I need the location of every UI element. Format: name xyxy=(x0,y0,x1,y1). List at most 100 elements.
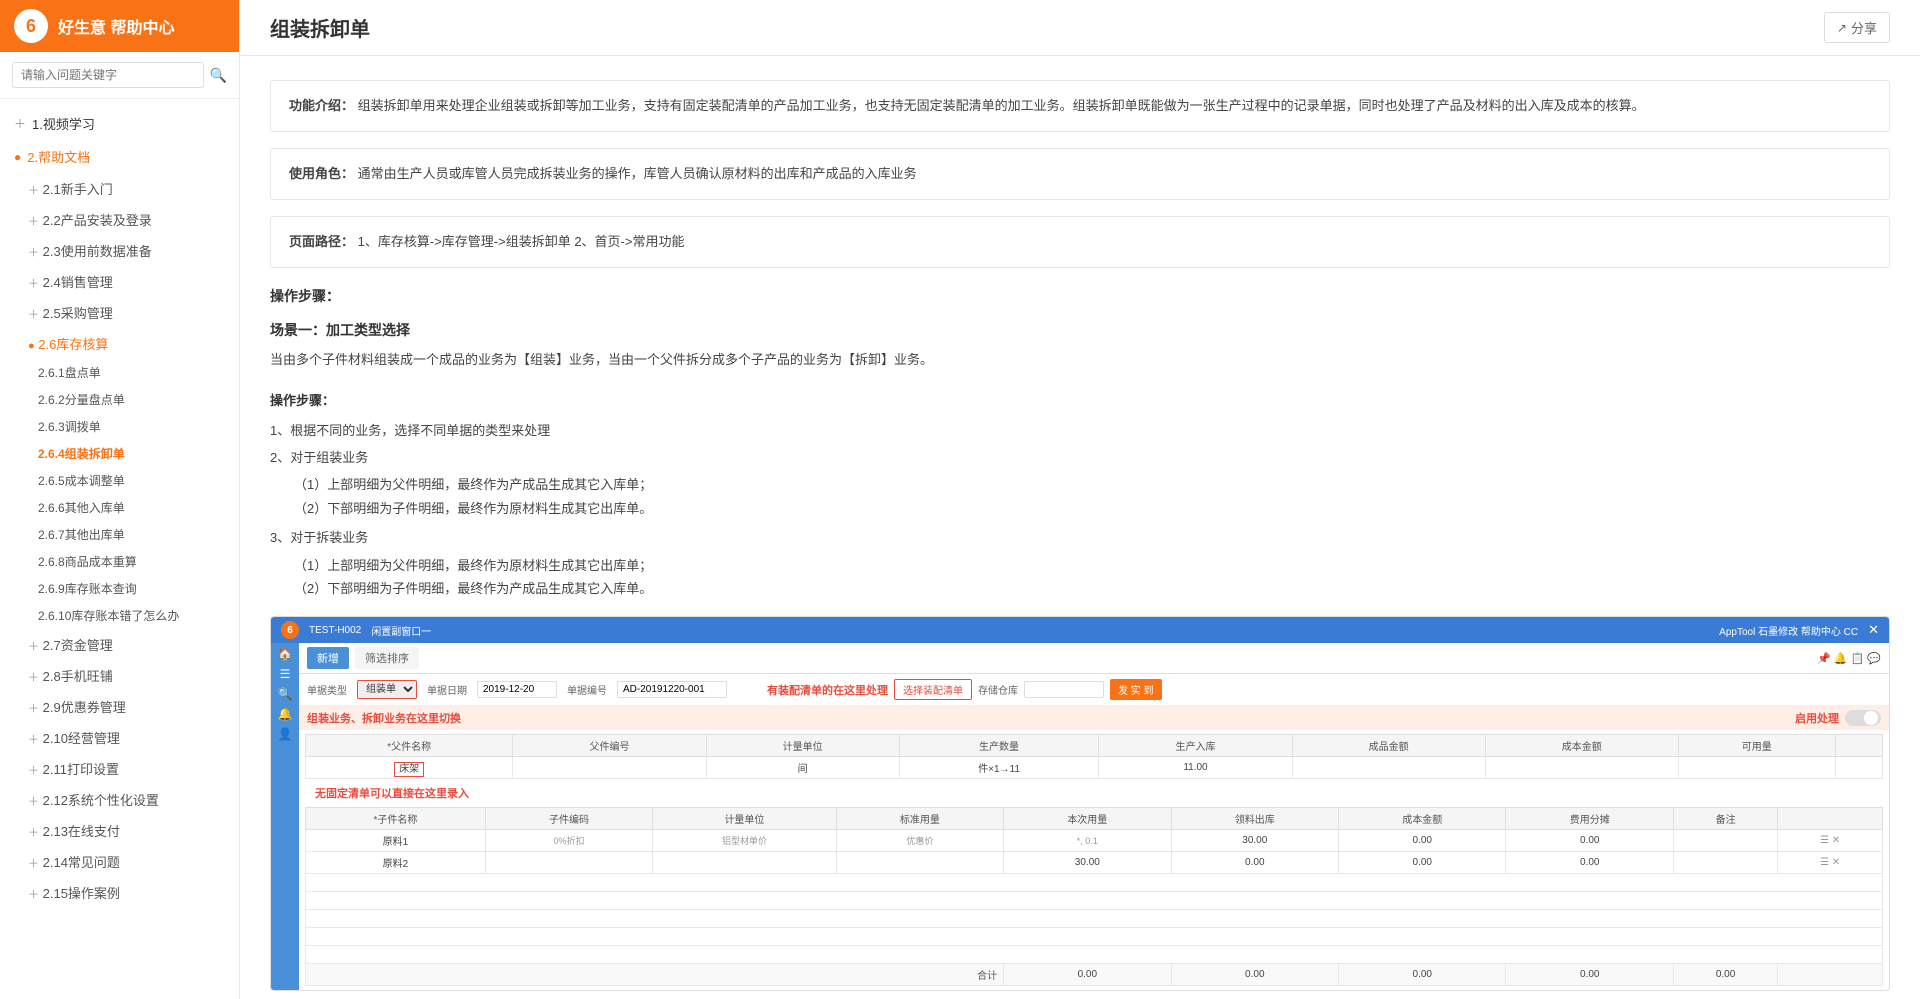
app-icon-bell[interactable]: 🔔 xyxy=(278,707,293,721)
nav-sub-item-23[interactable]: ＋ 2.3使用前数据准备 xyxy=(0,235,239,266)
app-annotation4-bar: 无固定清单可以直接在这里录入 xyxy=(299,783,1889,803)
nav-sub-sub-item-263[interactable]: 2.6.3调拨单 xyxy=(0,413,239,440)
app-cell-parent-name: 床架 xyxy=(306,757,513,779)
nav-sub-item-211[interactable]: ＋ 2.11打印设置 xyxy=(0,753,239,784)
app-parent-name-highlight[interactable]: 床架 xyxy=(394,762,424,777)
nav-sub-item-29[interactable]: ＋ 2.9优惠券管理 xyxy=(0,691,239,722)
scene1-desc: 当由多个子件材料组装成一个成品的业务为【组装】业务，当由一个父件拆分成多个子产品… xyxy=(270,348,1890,371)
app-col-std-qty: 标准用量 xyxy=(836,808,1003,830)
app-tab-new[interactable]: 新增 xyxy=(307,647,349,669)
app-col-produce-in: 生产入库 xyxy=(1099,735,1292,757)
nav-sub-sub-item-261[interactable]: 2.6.1盘点单 xyxy=(0,359,239,386)
app-screenshot: 6 TEST-H002 闲置副窗口一 AppTool 石墨修改 帮助中心 CC … xyxy=(270,616,1890,991)
nav-sub-sub-item-2610[interactable]: 2.6.10库存账本错了怎么办 xyxy=(0,602,239,629)
step1: 1、根据不同的业务，选择不同单据的类型来处理 xyxy=(270,419,1890,442)
app-sub-cell-cur1: *, 0.1 xyxy=(1004,830,1171,852)
nav-sub-item-25[interactable]: ＋ 2.5采购管理 xyxy=(0,297,239,328)
app-cell-row-action xyxy=(1835,757,1882,779)
step2-sub2: （2）下部明细为子件明细，最终作为原材料生成其它出库单。 xyxy=(270,497,1890,520)
app-confirm-btn[interactable]: 发 实 到 xyxy=(1110,679,1162,700)
app-store-input[interactable] xyxy=(1024,681,1104,698)
app-sub-cell-fee2: 0.00 xyxy=(1506,852,1673,874)
app-col-cur-qty: 本次用量 xyxy=(1004,808,1171,830)
step3-sub1: （1）上部明细为父件明细，最终作为原材料生成其它出库单； xyxy=(270,554,1890,577)
nav-sub-item-210[interactable]: ＋ 2.10经营管理 xyxy=(0,722,239,753)
app-sub-cell-notes1 xyxy=(1673,830,1777,852)
app-sub-cell-std2 xyxy=(836,852,1003,874)
nav-sub-sub-item-268[interactable]: 2.6.8商品成本重算 xyxy=(0,548,239,575)
nav-sub-item-27[interactable]: ＋ 2.7资金管理 xyxy=(0,629,239,660)
app-cell-produce-qty: 件×1→11 xyxy=(899,757,1099,779)
nav-section-videos: ＋ 1.视频学习 xyxy=(0,107,239,140)
table-row xyxy=(306,910,1883,928)
app-col-produce-qty: 生产数量 xyxy=(899,735,1099,757)
app-icon-home[interactable]: 🏠 xyxy=(278,647,293,661)
app-left-icons: 🏠 ☰ 🔍 🔔 👤 xyxy=(271,643,299,990)
app-col-sub-name: *子件名称 xyxy=(306,808,486,830)
step3: 3、对于拆装业务 xyxy=(270,526,1890,549)
app-close-icon[interactable]: ✕ xyxy=(1868,622,1879,638)
app-col-fee-share: 费用分摊 xyxy=(1506,808,1673,830)
app-sub-cell-code1: 0%折扣 xyxy=(485,830,652,852)
step3-sub2: （2）下部明细为子件明细，最终作为产成品生成其它入库单。 xyxy=(270,577,1890,600)
app-total-label: 合计 xyxy=(306,964,1004,986)
annotation1-container: 有装配清单的在这里处理 选择装配清单 存储仓库 发 实 到 xyxy=(767,679,1162,700)
nav-sub-item-22[interactable]: ＋ 2.2产品安装及登录 xyxy=(0,204,239,235)
app-sub-cell-fee1: 0.00 xyxy=(1506,830,1673,852)
app-topbar-icons: AppTool 石墨修改 帮助中心 CC xyxy=(1719,623,1858,638)
feature-intro-block: 功能介绍： 组装拆卸单用来处理企业组装或拆卸等加工业务，支持有固定装配清单的产品… xyxy=(270,80,1890,132)
feature-intro-label: 功能介绍： xyxy=(289,98,354,113)
nav-sub-item-24[interactable]: ＋ 2.4销售管理 xyxy=(0,266,239,297)
app-number-input[interactable] xyxy=(617,681,727,698)
app-type-select[interactable]: 组装单 拆卸单 xyxy=(357,680,417,699)
app-select-btn[interactable]: 选择装配清单 xyxy=(894,679,972,700)
app-bottom-table-container: *子件名称 子件编码 计量单位 标准用量 本次用量 领料出库 成本金额 费用分摊… xyxy=(299,803,1889,990)
nav-sub-sub-item-269[interactable]: 2.6.9库存账本查询 xyxy=(0,575,239,602)
share-button[interactable]: ↗ 分享 xyxy=(1824,12,1890,43)
nav-sub-sub-item-264[interactable]: 2.6.4组装拆卸单 xyxy=(0,440,239,467)
app-col-sub-code: 子件编码 xyxy=(485,808,652,830)
nav-section-label-docs: 2.帮助文档 xyxy=(27,147,90,166)
app-icon-user[interactable]: 👤 xyxy=(278,727,293,741)
logo-bar: 6 好生意 帮助中心 xyxy=(0,0,239,52)
nav-sub-item-212[interactable]: ＋ 2.12系统个性化设置 xyxy=(0,784,239,815)
app-bottom-table-header-row: *子件名称 子件编码 计量单位 标准用量 本次用量 领料出库 成本金额 费用分摊… xyxy=(306,808,1883,830)
app-icon-search[interactable]: 🔍 xyxy=(278,687,293,701)
app-top-table: *父件名称 父件编号 计量单位 生产数量 生产入库 成品金额 成本金额 可用量 xyxy=(305,734,1883,779)
app-top-table-body: 床架 间 件×1→11 11.00 xyxy=(306,757,1883,779)
nav-sub-item-215[interactable]: ＋ 2.15操作案例 xyxy=(0,877,239,908)
nav-sub-item-21[interactable]: ＋ 2.1新手入门 xyxy=(0,173,239,204)
app-tab-icons: 📌 🔔 📋 💬 xyxy=(1817,652,1881,665)
app-form-row1: 单据类型 组装单 拆卸单 单据日期 单据编号 有装配清单的在这里处理 选择装配清… xyxy=(299,674,1889,706)
search-button[interactable]: 🔍 xyxy=(210,67,227,84)
app-toggle[interactable] xyxy=(1845,710,1881,726)
page-title: 组装拆卸单 xyxy=(270,13,370,42)
app-col-cost-amt2: 成本金额 xyxy=(1339,808,1506,830)
nav-sub-sub-item-266[interactable]: 2.6.6其他入库单 xyxy=(0,494,239,521)
nav-sub-sub-item-265[interactable]: 2.6.5成本调整单 xyxy=(0,467,239,494)
app-col-pick-out: 领料出库 xyxy=(1171,808,1338,830)
nav-sub-sub-item-267[interactable]: 2.6.7其他出库单 xyxy=(0,521,239,548)
nav-sub-item-26[interactable]: ● 2.6库存核算 xyxy=(0,328,239,359)
app-body: 🏠 ☰ 🔍 🔔 👤 新增 筛选排序 📌 🔔 📋 💬 xyxy=(271,643,1889,990)
nav-sub-sub-item-262[interactable]: 2.6.2分量盘点单 xyxy=(0,386,239,413)
app-main-area: 新增 筛选排序 📌 🔔 📋 💬 单据类型 组装单 拆卸单 单据日期 xyxy=(299,643,1889,990)
app-col-parent-code: 父件编号 xyxy=(513,735,706,757)
app-sub-cell-pick1: 30.00 xyxy=(1171,830,1338,852)
app-col-cost-amt: 成本金额 xyxy=(1485,735,1678,757)
nav-section-title-videos[interactable]: ＋ 1.视频学习 xyxy=(0,107,239,140)
app-tab-filter[interactable]: 筛选排序 xyxy=(355,647,419,669)
nav-sub-item-28[interactable]: ＋ 2.8手机旺铺 xyxy=(0,660,239,691)
app-tabs-bar: 新增 筛选排序 📌 🔔 📋 💬 xyxy=(299,643,1889,674)
app-icon-list[interactable]: ☰ xyxy=(280,667,291,681)
main: 组装拆卸单 ↗ 分享 功能介绍： 组装拆卸单用来处理企业组装或拆卸等加工业务，支… xyxy=(240,0,1920,999)
search-input[interactable] xyxy=(12,62,204,88)
app-cell-cost-amt xyxy=(1485,757,1678,779)
nav-sub-item-213[interactable]: ＋ 2.13在线支付 xyxy=(0,815,239,846)
nav-section-title-docs[interactable]: ● 2.帮助文档 xyxy=(0,140,239,173)
app-date-input[interactable] xyxy=(477,681,557,698)
nav-sub-item-214[interactable]: ＋ 2.14常见问题 xyxy=(0,846,239,877)
app-col-sub-unit: 计量单位 xyxy=(653,808,836,830)
app-store-label: 存储仓库 xyxy=(978,682,1018,697)
app-sub-cell-cur2: 30.00 xyxy=(1004,852,1171,874)
